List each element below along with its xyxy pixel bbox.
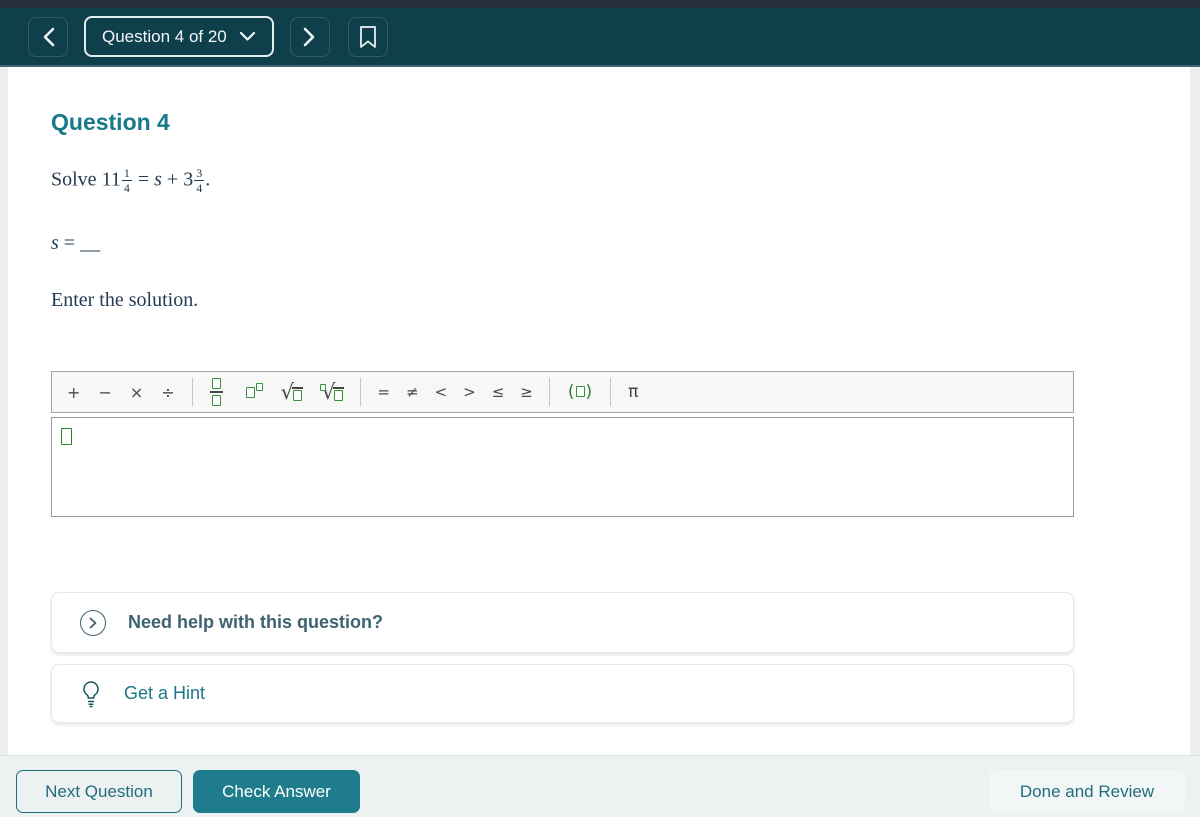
period: .: [205, 168, 211, 191]
previous-question-button[interactable]: [28, 16, 68, 57]
pi-button[interactable]: π: [619, 372, 647, 412]
next-question-footer-button[interactable]: Next Question: [16, 770, 182, 813]
answer-variable: s: [51, 232, 59, 254]
chevron-left-icon: [43, 27, 54, 46]
parentheses-template-icon: (): [567, 382, 593, 402]
question-content-panel: Question 4 Solve 11 1 4 = s + 334. s = __ …: [8, 67, 1190, 755]
lightbulb-icon: [83, 680, 99, 707]
problem-statement: Solve 11 1 4 = s + 334.: [51, 167, 210, 194]
exponent-template-icon: [245, 382, 263, 402]
math-toolbar: + − × ÷ √ √ = ≠ < > ≤ ≥ () π: [51, 371, 1074, 413]
mixed-number-1-whole: 11: [101, 168, 121, 191]
problem-lead: Solve: [51, 168, 97, 191]
plus-button[interactable]: +: [58, 372, 89, 412]
plus-sign: +: [166, 168, 179, 191]
quiz-page: Question 4 of 20 Question 4 Solve 11 1 4 =…: [0, 0, 1200, 817]
equals-button[interactable]: =: [369, 372, 398, 412]
question-selector-dropdown[interactable]: Question 4 of 20: [84, 16, 274, 57]
variable-s: s: [154, 168, 162, 191]
fraction-template-icon: [209, 378, 223, 406]
equals-sign: =: [137, 168, 150, 191]
chevron-down-icon: [239, 31, 255, 41]
answer-equals: =: [63, 232, 76, 254]
parentheses-template-button[interactable]: (): [558, 372, 602, 412]
instruction-text: Enter the solution.: [51, 289, 199, 311]
exponent-template-button[interactable]: [232, 372, 272, 412]
math-answer-input[interactable]: [51, 417, 1074, 517]
circled-chevron-right-icon: [80, 609, 106, 636]
top-strip: [0, 0, 1200, 8]
footer-action-bar: Next Question Check Answer Done and Revi…: [0, 755, 1200, 817]
question-navigation-bar: Question 4 of 20: [0, 8, 1200, 67]
greater-than-button[interactable]: >: [455, 372, 484, 412]
question-title: Question 4: [51, 109, 170, 135]
greater-equal-button[interactable]: ≥: [512, 372, 541, 412]
multiply-button[interactable]: ×: [121, 372, 152, 412]
mixed-number-1-fraction: 14: [121, 166, 132, 195]
toolbar-divider: [610, 378, 612, 406]
input-placeholder-box: [61, 428, 72, 445]
toolbar-divider: [360, 378, 362, 406]
question-selector-label: Question 4 of 20: [102, 26, 227, 46]
get-hint-card[interactable]: Get a Hint: [51, 664, 1074, 723]
mixed-number-2-whole: 3: [183, 168, 194, 191]
bookmark-button[interactable]: [347, 16, 388, 57]
toolbar-divider: [191, 378, 193, 406]
get-hint-label: Get a Hint: [124, 683, 206, 703]
divide-button[interactable]: ÷: [152, 372, 183, 412]
chevron-right-icon: [303, 27, 315, 46]
minus-button[interactable]: −: [89, 372, 120, 412]
nth-root-template-icon: √: [320, 381, 345, 403]
next-question-button[interactable]: [289, 16, 330, 57]
not-equals-button[interactable]: ≠: [398, 372, 427, 412]
done-and-review-button[interactable]: Done and Review: [989, 770, 1185, 813]
less-than-button[interactable]: <: [427, 372, 456, 412]
less-equal-button[interactable]: ≤: [484, 372, 513, 412]
bookmark-icon: [359, 25, 376, 48]
square-root-template-icon: √: [281, 381, 304, 403]
need-help-card[interactable]: Need help with this question?: [51, 592, 1074, 653]
need-help-label: Need help with this question?: [128, 612, 384, 632]
toolbar-divider: [548, 378, 550, 406]
fraction-template-button[interactable]: [201, 372, 232, 412]
answer-line: s = __: [51, 232, 100, 255]
answer-blank: __: [80, 232, 101, 254]
sqrt-template-button[interactable]: √: [272, 372, 311, 412]
mixed-number-2-fraction: 34: [194, 166, 205, 195]
check-answer-button[interactable]: Check Answer: [193, 770, 360, 813]
nthroot-template-button[interactable]: √: [311, 372, 352, 412]
